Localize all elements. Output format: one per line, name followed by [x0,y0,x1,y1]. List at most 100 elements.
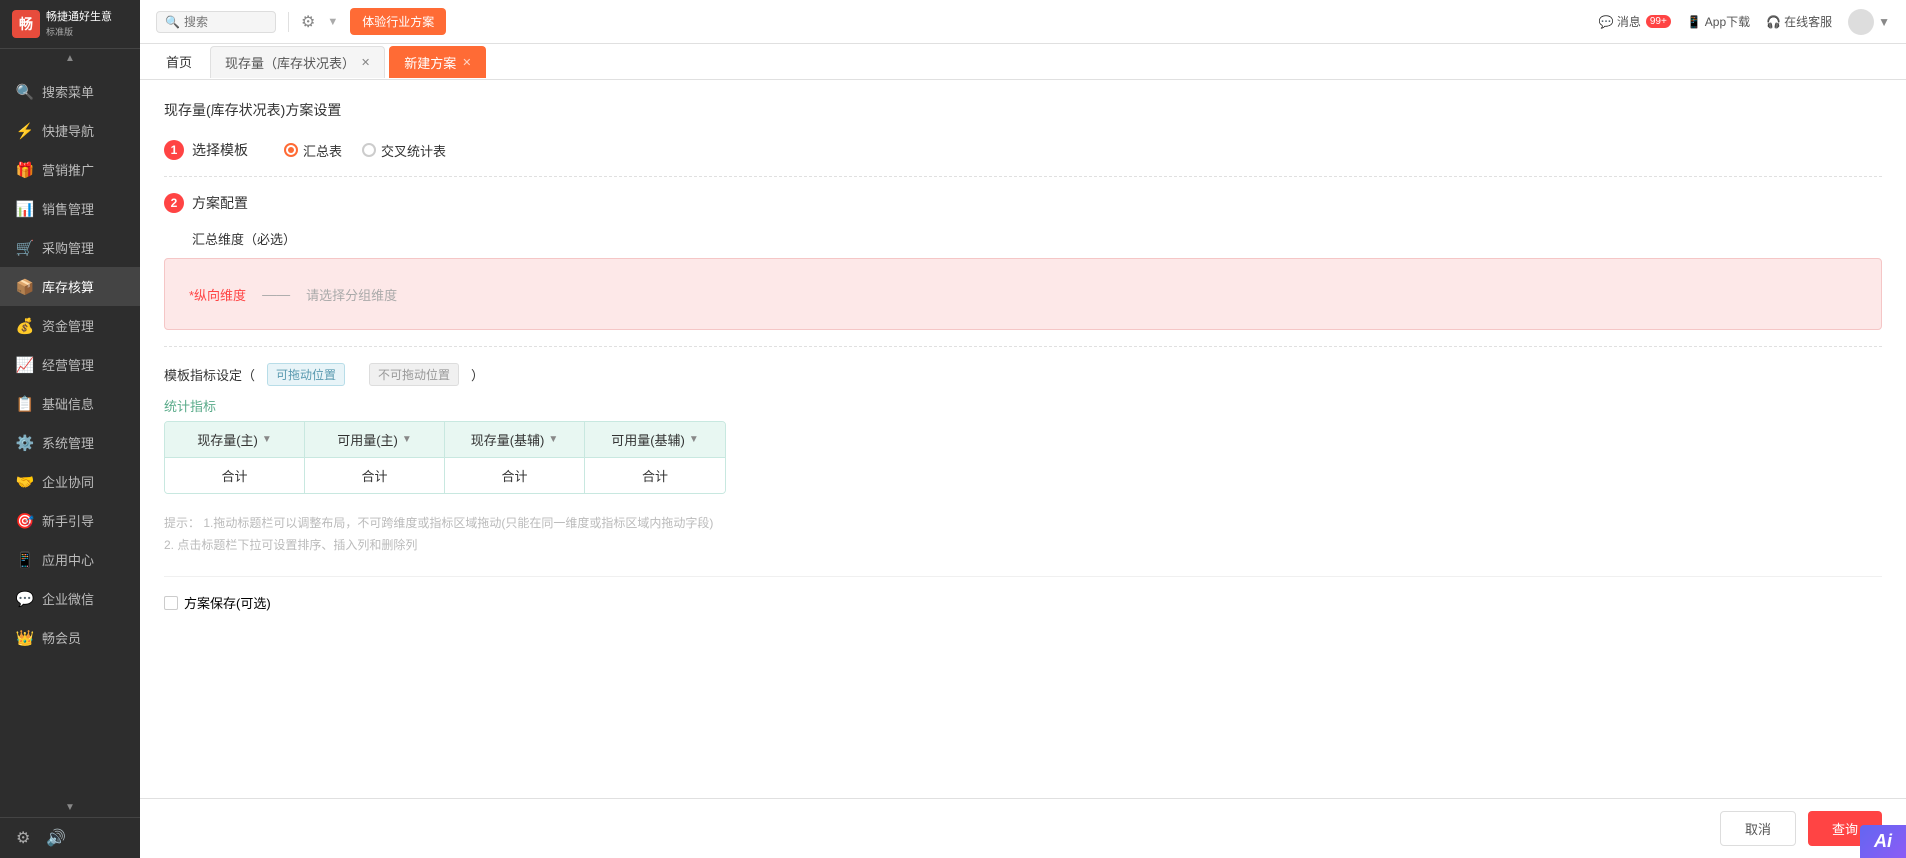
system-icon: ⚙️ [16,434,34,452]
phone-icon: 📱 [1687,15,1702,29]
sidebar-scroll-down[interactable]: ▼ [0,798,140,817]
topbar-app-download[interactable]: 📱 App下载 [1687,13,1750,30]
col-3-label: 可用量(基辅) [611,430,685,449]
hint-2: 2. 点击标题栏下拉可设置排序、插入列和删除列 [164,535,1882,557]
sidebar-item-newbie[interactable]: 🎯 新手引导 [0,501,140,540]
inventory-icon: 📦 [16,278,34,296]
radio-cross-label: 交叉统计表 [381,141,446,160]
sidebar-item-quick-nav[interactable]: ⚡ 快捷导航 [0,111,140,150]
wechat-icon: 💬 [16,590,34,608]
section-divider-1 [164,176,1882,177]
app-edition: 标准版 [46,25,112,38]
logo-icon: 畅 [12,10,40,38]
sidebar-item-label: 快捷导航 [42,121,94,140]
sidebar-item-basic[interactable]: 📋 基础信息 [0,384,140,423]
settings-icon[interactable]: ⚙ [16,828,30,848]
messages-label: 消息 [1617,13,1641,30]
purchase-icon: 🛒 [16,239,34,257]
hint-1: 提示： 1.拖动标题栏可以调整布局，不可跨维度或指标区域拖动(只能在同一维度或指… [164,513,1882,535]
appstore-icon: 📱 [16,551,34,569]
stats-col-3[interactable]: 可用量(基辅) ▼ [585,422,725,457]
col-1-chevron[interactable]: ▼ [402,434,412,445]
topbar-divider [288,12,289,32]
sidebar-item-label: 采购管理 [42,238,94,257]
sidebar-item-marketing[interactable]: 🎁 营销推广 [0,150,140,189]
step2-num: 2 [164,193,184,213]
stats-col-1[interactable]: 可用量(主) ▼ [305,422,445,457]
trial-btn[interactable]: 体验行业方案 [350,8,446,35]
volume-icon[interactable]: 🔊 [46,828,66,848]
topbar-right: 💬 消息 99+ 📱 App下载 🎧 在线客服 ▼ [1599,9,1890,35]
content-area: 现存量(库存状况表)方案设置 1 选择模板 汇总表 交叉统计表 [140,80,1906,798]
indicator-settings-suffix: ） [471,365,484,384]
topbar-online-service[interactable]: 🎧 在线客服 [1766,13,1832,30]
stats-cell-2: 合计 [445,458,585,493]
sales-icon: 📊 [16,200,34,218]
sidebar-item-label: 搜索菜单 [42,82,94,101]
tab-new-plan[interactable]: 新建方案 ✕ [389,46,486,78]
cancel-button[interactable]: 取消 [1720,811,1796,846]
sidebar-scroll-up[interactable]: ▲ [0,49,140,68]
tab-new-plan-close[interactable]: ✕ [462,56,471,69]
vertical-dim-label: *纵向维度 [189,285,246,304]
save-row: 方案保存(可选) [164,576,1882,612]
stats-col-0[interactable]: 现存量(主) ▼ [165,422,305,457]
indicator-settings: 模板指标设定（ 可拖动位置 不可拖动位置 ） 统计指标 现存量(主) ▼ [164,363,1882,497]
vertical-dim-placeholder[interactable]: 请选择分组维度 [306,285,397,304]
topbar-user[interactable]: ▼ [1848,9,1890,35]
topbar-search-box[interactable]: 🔍 [156,11,276,33]
sidebar-item-finance[interactable]: 💰 资金管理 [0,306,140,345]
message-icon: 💬 [1599,15,1614,29]
tab-home[interactable]: 首页 [152,46,206,78]
topbar-gear-icon[interactable]: ⚙ [301,12,315,32]
tabs-bar: 首页 现存量（库存状况表） ✕ 新建方案 ✕ [140,44,1906,80]
save-checkbox[interactable] [164,596,178,610]
search-input[interactable] [184,15,264,29]
col-0-chevron[interactable]: ▼ [262,434,272,445]
messages-badge: 99+ [1646,15,1671,28]
stats-table-body: 合计 合计 合计 合计 [165,457,725,493]
sidebar-item-label: 畅会员 [42,628,81,647]
radio-cross[interactable]: 交叉统计表 [362,141,446,160]
stats-table: 现存量(主) ▼ 可用量(主) ▼ 现存量(基辅) ▼ [164,421,726,494]
sidebar-item-sales[interactable]: 📊 销售管理 [0,189,140,228]
user-name: ▼ [1878,15,1890,29]
radio-summary[interactable]: 汇总表 [284,141,342,160]
topbar-dropdown-icon[interactable]: ▼ [327,16,338,28]
service-label: 在线客服 [1784,13,1832,30]
sidebar-item-appstore[interactable]: 📱 应用中心 [0,540,140,579]
sidebar-item-search[interactable]: 🔍 搜索菜单 [0,72,140,111]
col-2-chevron[interactable]: ▼ [548,434,558,445]
stats-col-2[interactable]: 现存量(基辅) ▼ [445,422,585,457]
sidebar-item-wechat[interactable]: 💬 企业微信 [0,579,140,618]
tab-inventory-status[interactable]: 现存量（库存状况表） ✕ [210,46,385,78]
sidebar-item-enterprise[interactable]: 🤝 企业协同 [0,462,140,501]
finance-icon: 💰 [16,317,34,335]
sidebar-item-business[interactable]: 📈 经营管理 [0,345,140,384]
dimension-area: *纵向维度 —— 请选择分组维度 [164,258,1882,330]
tab-inventory-close[interactable]: ✕ [361,56,370,69]
app-logo: 畅 畅捷通好生意 标准版 [0,0,140,49]
logo-text: 畅捷通好生意 标准版 [46,10,112,37]
main-panel: 现存量(库存状况表)方案设置 1 选择模板 汇总表 交叉统计表 [140,80,1906,798]
sidebar-item-purchase[interactable]: 🛒 采购管理 [0,228,140,267]
topbar-messages[interactable]: 💬 消息 99+ [1599,13,1671,30]
radio-summary-dot [284,143,298,157]
stats-table-header: 现存量(主) ▼ 可用量(主) ▼ 现存量(基辅) ▼ [165,422,725,457]
search-icon: 🔍 [165,15,180,29]
search-icon: 🔍 [16,83,34,101]
summary-dim-label: 汇总维度（必选） [192,229,1882,248]
step1-title: 选择模板 [192,140,248,160]
sidebar-item-member[interactable]: 👑 畅会员 [0,618,140,657]
sidebar-item-label: 企业协同 [42,472,94,491]
sidebar-item-label: 经营管理 [42,355,94,374]
sidebar-item-inventory[interactable]: 📦 库存核算 [0,267,140,306]
sidebar-item-system[interactable]: ⚙️ 系统管理 [0,423,140,462]
sidebar-item-label: 库存核算 [42,277,94,296]
step2-header: 2 方案配置 [164,193,1882,213]
sidebar-item-label: 系统管理 [42,433,94,452]
col-3-chevron[interactable]: ▼ [689,434,699,445]
sidebar-item-label: 基础信息 [42,394,94,413]
ai-badge[interactable]: Ai [1860,825,1906,858]
indicator-settings-label: 模板指标设定（ [164,365,255,384]
